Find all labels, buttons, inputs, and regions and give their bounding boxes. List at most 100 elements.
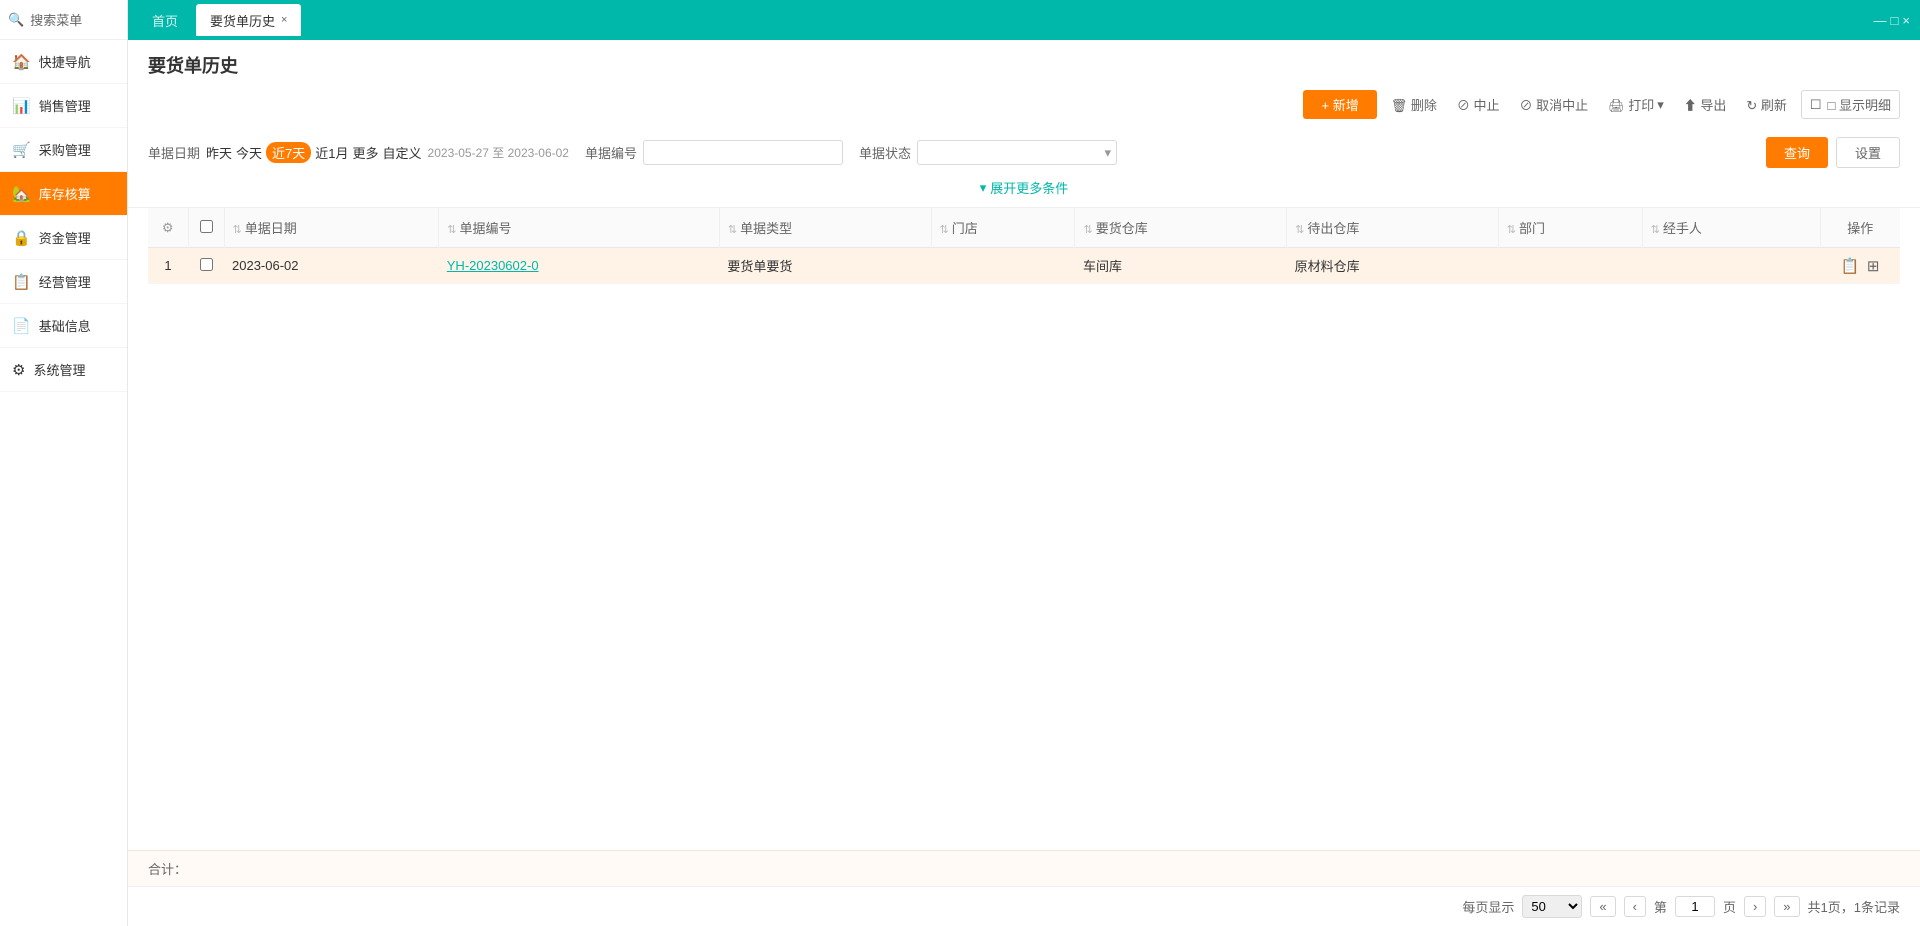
th-date[interactable]: 单据日期 bbox=[224, 208, 439, 248]
bill-no-label: 单据编号 bbox=[585, 143, 637, 162]
page-label-prefix: 第 bbox=[1654, 897, 1667, 916]
bill-no-filter-group: 单据编号 bbox=[585, 140, 843, 165]
cell-pending-warehouse: 原材料仓库 bbox=[1287, 248, 1499, 284]
sidebar-icon-quick-nav: 🏠 bbox=[12, 53, 31, 71]
cell-bill-no[interactable]: YH-20230602-0 bbox=[439, 248, 720, 284]
sidebar-item-purchase[interactable]: 🛒 采购管理 bbox=[0, 128, 127, 172]
th-store[interactable]: 门店 bbox=[931, 208, 1075, 248]
window-minimize[interactable]: — bbox=[1874, 13, 1887, 28]
sidebar-label-purchase: 采购管理 bbox=[39, 140, 91, 159]
settings-button[interactable]: 设置 bbox=[1836, 137, 1900, 168]
th-pending-warehouse[interactable]: 待出仓库 bbox=[1287, 208, 1499, 248]
sidebar-label-operations: 经营管理 bbox=[39, 272, 91, 291]
cancel-stop-button[interactable]: ⊘ 取消中止 bbox=[1513, 92, 1594, 117]
expand-down-icon: ▾ bbox=[980, 180, 987, 196]
expand-more-button[interactable]: ▾ 展开更多条件 bbox=[980, 178, 1069, 197]
show-detail-button[interactable]: ☐ □ 显示明细 bbox=[1801, 90, 1900, 119]
th-ops: 操作 bbox=[1820, 208, 1900, 248]
tab-home[interactable]: 首页 bbox=[138, 4, 192, 36]
row-checkbox[interactable] bbox=[200, 258, 213, 271]
delete-button[interactable]: 🗑 删除 bbox=[1385, 92, 1443, 117]
page-title: 要货单历史 bbox=[148, 52, 1900, 78]
toolbar: + 新增 🗑 删除 ⊘ 中止 ⊘ 取消中止 🖨 打印 ▾ ⬆ 导出 ↻ 刷新 ☐… bbox=[148, 90, 1900, 127]
refresh-button[interactable]: ↻ 刷新 bbox=[1740, 92, 1793, 117]
print-button[interactable]: 🖨 打印 ▾ bbox=[1602, 92, 1670, 117]
window-maximize[interactable]: □ bbox=[1891, 13, 1899, 28]
prev-page-button[interactable]: ‹ bbox=[1624, 896, 1646, 917]
add-button[interactable]: + 新增 bbox=[1303, 90, 1376, 119]
sidebar-icon-sales: 📊 bbox=[12, 97, 31, 115]
search-icon: 🔍 bbox=[8, 12, 24, 28]
date-shortcut-昨天[interactable]: 昨天 bbox=[206, 143, 232, 162]
sidebar-item-sales[interactable]: 📊销售管理 bbox=[0, 84, 127, 128]
cell-request-warehouse: 车间库 bbox=[1075, 248, 1287, 284]
content-header: 要货单历史 + 新增 🗑 删除 ⊘ 中止 ⊘ 取消中止 🖨 打印 ▾ ⬆ 导出 … bbox=[128, 40, 1920, 127]
sidebar-item-system[interactable]: ⚙系统管理 bbox=[0, 348, 127, 392]
table-settings-gear[interactable]: ⚙ bbox=[162, 220, 174, 235]
status-select[interactable]: 全部 待审核 已审核 已中止 bbox=[917, 140, 1117, 165]
date-filter-label: 单据日期 bbox=[148, 143, 200, 162]
date-shortcut-更多[interactable]: 更多 bbox=[353, 143, 379, 162]
total-info: 共1页，1条记录 bbox=[1808, 897, 1900, 916]
sidebar-item-basic-info[interactable]: 📄 基础信息 bbox=[0, 304, 127, 348]
th-bill-no[interactable]: 单据编号 bbox=[439, 208, 720, 248]
bill-no-link[interactable]: YH-20230602-0 bbox=[447, 258, 539, 273]
filter-area: 单据日期 昨天今天近7天近1月更多自定义 2023-05-27 至 2023-0… bbox=[128, 127, 1920, 208]
main-content: 首页 要货单历史 × — □ × 要货单历史 + 新增 🗑 删除 ⊘ 中止 ⊘ … bbox=[128, 0, 1920, 926]
sidebar-label-quick-nav: 快捷导航 bbox=[39, 52, 91, 71]
topbar: 首页 要货单历史 × — □ × bbox=[128, 0, 1920, 40]
tab-close-icon[interactable]: × bbox=[281, 14, 287, 26]
sidebar-item-inventory[interactable]: 🏡 库存核算 bbox=[0, 172, 127, 216]
window-close[interactable]: × bbox=[1902, 13, 1910, 28]
th-bill-type[interactable]: 单据类型 bbox=[719, 208, 931, 248]
th-request-warehouse[interactable]: 要货仓库 bbox=[1075, 208, 1287, 248]
last-page-button[interactable]: » bbox=[1774, 896, 1799, 917]
cell-check[interactable] bbox=[188, 248, 224, 284]
cell-store bbox=[931, 248, 1075, 284]
pagination: 每页显示 20 50 100 « ‹ 第 页 › » 共1页，1条记录 bbox=[128, 886, 1920, 926]
page-label-suffix: 页 bbox=[1723, 897, 1736, 916]
sidebar-icon-inventory: 🏡 bbox=[12, 185, 31, 203]
th-handler[interactable]: 经手人 bbox=[1642, 208, 1820, 248]
sidebar-icon-basic-info: 📄 bbox=[12, 317, 31, 335]
date-shortcut-自定义[interactable]: 自定义 bbox=[383, 143, 422, 162]
sidebar-icon-finance: 🔒 bbox=[12, 229, 31, 247]
print-dropdown-icon[interactable]: ▾ bbox=[1657, 97, 1664, 113]
sidebar-item-operations[interactable]: 📋经营管理 bbox=[0, 260, 127, 304]
tab-active[interactable]: 要货单历史 × bbox=[196, 4, 301, 36]
cell-num: 1 bbox=[148, 248, 188, 284]
th-department[interactable]: 部门 bbox=[1498, 208, 1642, 248]
page-size-select[interactable]: 20 50 100 bbox=[1522, 895, 1582, 918]
cell-bill-type: 要货单要货 bbox=[719, 248, 931, 284]
table-footer: 合计： bbox=[128, 850, 1920, 886]
sidebar-label-basic-info: 基础信息 bbox=[39, 316, 91, 335]
tab-active-label: 要货单历史 bbox=[210, 11, 275, 30]
sidebar-item-quick-nav[interactable]: 🏠 快捷导航 bbox=[0, 40, 127, 84]
sidebar-label-inventory: 库存核算 bbox=[39, 184, 91, 203]
sidebar-item-finance[interactable]: 🔒资金管理 bbox=[0, 216, 127, 260]
first-page-button[interactable]: « bbox=[1590, 896, 1615, 917]
summary-label: 合计： bbox=[148, 859, 187, 878]
filter-expand-row: ▾ 展开更多条件 bbox=[148, 172, 1900, 197]
select-all-checkbox[interactable] bbox=[200, 220, 213, 233]
current-page-input[interactable] bbox=[1675, 896, 1715, 917]
sidebar-icon-purchase: 🛒 bbox=[12, 141, 31, 159]
cell-date: 2023-06-02 bbox=[224, 248, 439, 284]
tab-home-label: 首页 bbox=[152, 11, 178, 30]
sidebar-search[interactable]: 🔍 搜索菜单 bbox=[0, 0, 127, 40]
row-edit-button[interactable]: 📋 bbox=[1841, 258, 1860, 275]
date-shortcut-近7天[interactable]: 近7天 bbox=[266, 142, 311, 163]
query-button[interactable]: 查询 bbox=[1766, 137, 1828, 168]
row-detail-button[interactable]: ⊞ bbox=[1867, 258, 1880, 275]
status-label: 单据状态 bbox=[859, 143, 911, 162]
table-area: ⚙ 单据日期 单据编号 单据类型 门店 要货仓库 待出仓库 部门 经手人 操作 bbox=[128, 208, 1920, 850]
bill-no-input[interactable] bbox=[643, 140, 843, 165]
date-shortcut-近1月[interactable]: 近1月 bbox=[315, 143, 348, 162]
export-button[interactable]: ⬆ 导出 bbox=[1678, 92, 1733, 117]
date-shortcut-今天[interactable]: 今天 bbox=[236, 143, 262, 162]
status-filter-group: 单据状态 全部 待审核 已审核 已中止 ▾ bbox=[859, 140, 1117, 165]
date-filter-group: 单据日期 昨天今天近7天近1月更多自定义 2023-05-27 至 2023-0… bbox=[148, 142, 569, 163]
date-range-display: 2023-05-27 至 2023-06-02 bbox=[428, 144, 569, 161]
next-page-button[interactable]: › bbox=[1744, 896, 1766, 917]
stop-button[interactable]: ⊘ 中止 bbox=[1451, 92, 1506, 117]
